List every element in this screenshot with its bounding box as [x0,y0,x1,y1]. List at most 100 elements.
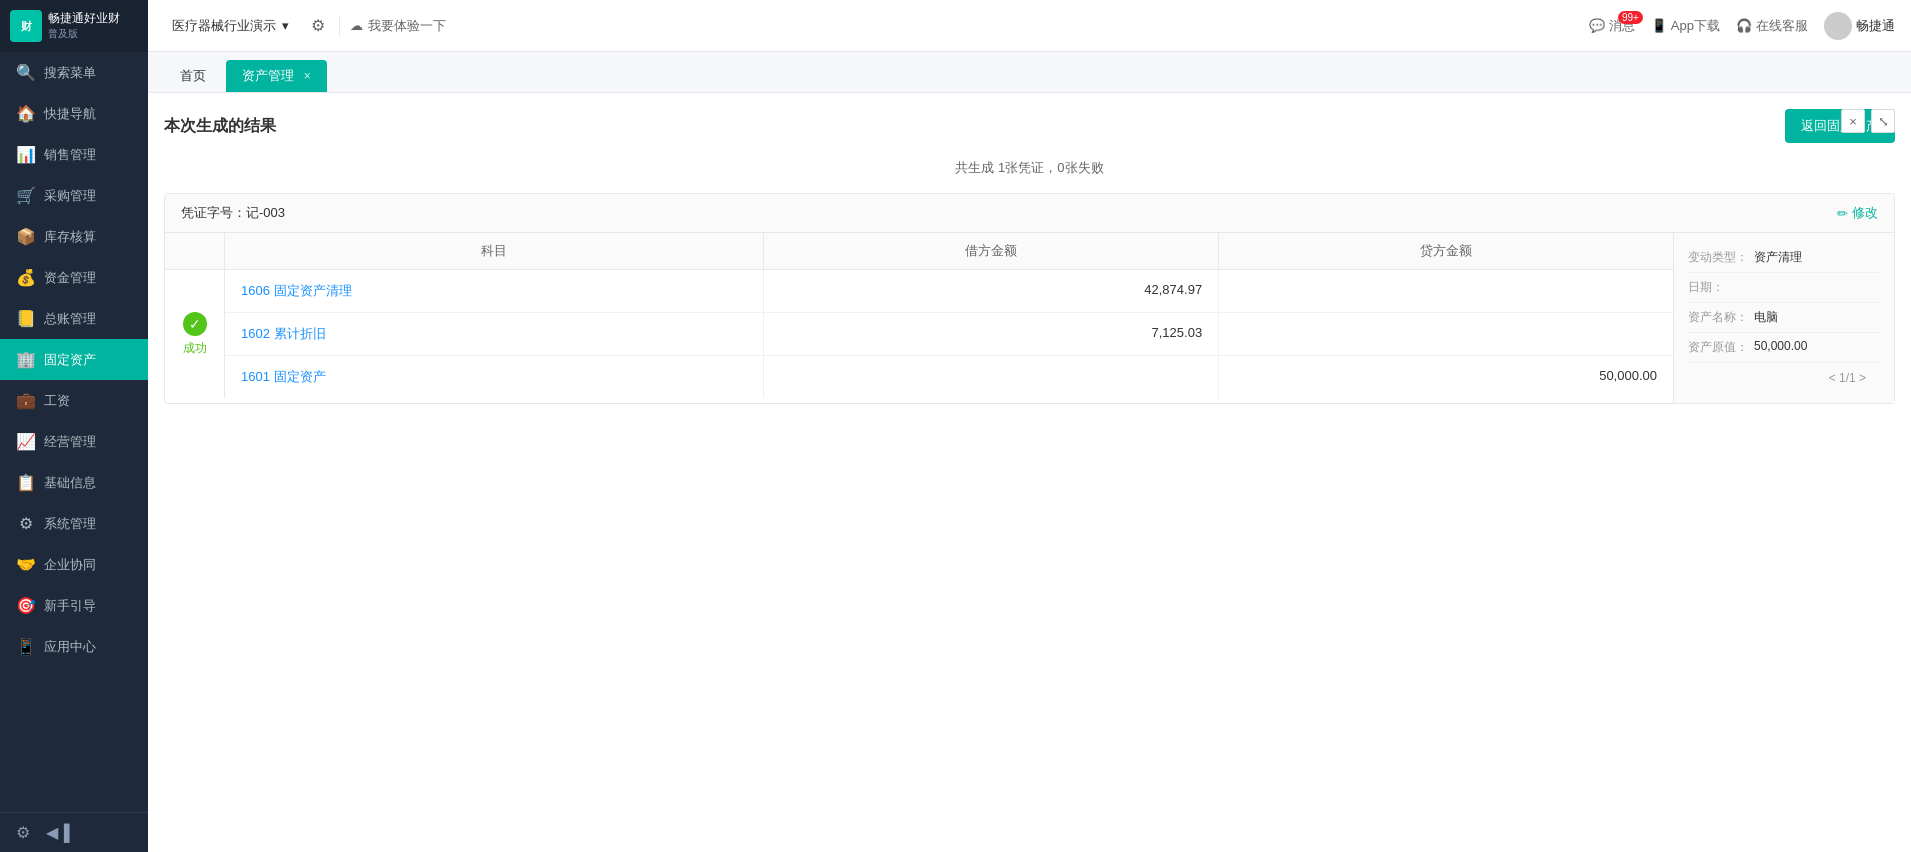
chevron-down-icon: ▾ [282,18,289,33]
asset-value-label: 资产原值： [1688,339,1748,356]
settings-icon[interactable]: ⚙ [16,823,30,842]
change-type-value: 资产清理 [1754,249,1802,266]
app-center-icon: 📱 [16,637,36,656]
sidebar-item-inventory[interactable]: 📦 库存核算 [0,216,148,257]
sidebar-label-quick-nav: 快捷导航 [44,105,96,123]
sidebar-label-collab: 企业协同 [44,556,96,574]
close-panel-button[interactable]: × [1841,109,1865,133]
sidebar-item-app-center[interactable]: 📱 应用中心 [0,626,148,667]
top-header: 医疗器械行业演示 ▾ ⚙ ☁ 我要体验一下 💬 消息 99 📱 App下载 🎧 … [148,0,1911,52]
user-name: 畅捷通 [1856,17,1895,35]
sidebar-footer: ⚙ ◀▐ [0,812,148,852]
edit-button[interactable]: ✏ 修改 [1837,204,1878,222]
asset-value-row: 资产原值： 50,000.00 [1688,333,1880,363]
table-row: 1601 固定资产 50,000.00 [225,356,1673,398]
debit-cell-1: 42,874.97 [764,270,1219,312]
sidebar-item-guide[interactable]: 🎯 新手引导 [0,585,148,626]
logo-icon: 财 [10,10,42,42]
sidebar-item-collab[interactable]: 🤝 企业协同 [0,544,148,585]
app-logo: 财 畅捷通好业财 普及版 [0,0,148,52]
sidebar-item-basics[interactable]: 📋 基础信息 [0,462,148,503]
message-icon: 💬 [1589,18,1605,33]
voucher-header: 凭证字号：记-003 ✏ 修改 [165,194,1894,233]
sidebar-item-sales[interactable]: 📊 销售管理 [0,134,148,175]
user-profile[interactable]: 畅捷通 [1824,12,1895,40]
status-column: ✓ 成功 [165,270,225,398]
sidebar-item-search[interactable]: 🔍 搜索菜单 [0,52,148,93]
table-row: 1606 固定资产清理 42,874.97 [225,270,1673,313]
header-right: 💬 消息 99 📱 App下载 🎧 在线客服 畅捷通 [1589,12,1895,40]
collapse-icon[interactable]: ◀▐ [46,823,69,842]
sidebar-label-search: 搜索菜单 [44,64,96,82]
collab-icon: 🤝 [16,555,36,574]
asset-name-row: 资产名称： 电脑 [1688,303,1880,333]
online-service-icon: 🎧 [1736,18,1752,33]
page-content: 本次生成的结果 返回固定资产 共生成 1张凭证，0张失败 凭证字号：记-003 … [148,93,1911,852]
date-label: 日期： [1688,279,1743,296]
sidebar-item-ledger[interactable]: 📒 总账管理 [0,298,148,339]
search-icon: 🔍 [16,63,36,82]
page-title-row: 本次生成的结果 返回固定资产 [164,109,1895,143]
feedback-label: 我要体验一下 [368,17,446,35]
ledger-icon: 📒 [16,309,36,328]
tab-label: 资产管理 [242,68,294,83]
app-download-icon: 📱 [1651,18,1667,33]
sidebar-item-purchase[interactable]: 🛒 采购管理 [0,175,148,216]
sidebar-item-fixed-assets[interactable]: 🏢 固定资产 [0,339,148,380]
th-debit: 借方金额 [764,233,1219,269]
result-summary: 共生成 1张凭证，0张失败 [164,159,1895,177]
app-download-label: App下载 [1671,17,1720,35]
voucher-data-rows: 1606 固定资产清理 42,874.97 1602 累计折旧 7,125.03… [225,270,1673,398]
subject-cell-3[interactable]: 1601 固定资产 [225,356,764,398]
voucher-body: 科目 借方金额 贷方金额 ✓ 成功 [165,233,1894,403]
sidebar-label-purchase: 采购管理 [44,187,96,205]
message-button[interactable]: 💬 消息 99 [1589,17,1635,35]
tab-home[interactable]: 首页 [164,60,222,92]
app-download-button[interactable]: 📱 App下载 [1651,17,1720,35]
sidebar-item-operations[interactable]: 📈 经营管理 [0,421,148,462]
expand-panel-button[interactable]: ⤡ [1871,109,1895,133]
pagination[interactable]: < 1/1 > [1688,363,1880,393]
sales-icon: 📊 [16,145,36,164]
tab-asset-management[interactable]: 资产管理 × [226,60,327,92]
online-service-button[interactable]: 🎧 在线客服 [1736,17,1808,35]
finance-icon: 💰 [16,268,36,287]
success-icon: ✓ [183,312,207,336]
sidebar-item-quick-nav[interactable]: 🏠 快捷导航 [0,93,148,134]
credit-cell-1 [1219,270,1673,312]
tab-close-icon[interactable]: × [304,69,311,83]
sidebar-label-system: 系统管理 [44,515,96,533]
sidebar: 财 畅捷通好业财 普及版 🔍 搜索菜单 🏠 快捷导航 📊 销售管理 🛒 采购管理… [0,0,148,852]
quick-nav-icon: 🏠 [16,104,36,123]
edit-icon: ✏ [1837,206,1848,221]
change-type-label: 变动类型： [1688,249,1748,266]
sidebar-item-system[interactable]: ⚙ 系统管理 [0,503,148,544]
th-credit: 贷方金额 [1219,233,1673,269]
page-title: 本次生成的结果 [164,116,276,137]
settings-gear-icon[interactable]: ⚙ [307,12,329,39]
logo-text: 畅捷通好业财 [48,11,120,27]
sidebar-label-operations: 经营管理 [44,433,96,451]
sidebar-item-finance[interactable]: 💰 资金管理 [0,257,148,298]
sidebar-label-sales: 销售管理 [44,146,96,164]
avatar [1824,12,1852,40]
operations-icon: 📈 [16,432,36,451]
subject-cell-2[interactable]: 1602 累计折旧 [225,313,764,355]
subject-cell-1[interactable]: 1606 固定资产清理 [225,270,764,312]
sidebar-label-ledger: 总账管理 [44,310,96,328]
sidebar-label-finance: 资金管理 [44,269,96,287]
basics-icon: 📋 [16,473,36,492]
message-badge: 99 [1618,11,1643,24]
sidebar-label-app-center: 应用中心 [44,638,96,656]
credit-cell-2 [1219,313,1673,355]
online-service-label: 在线客服 [1756,17,1808,35]
project-selector[interactable]: 医疗器械行业演示 ▾ [164,13,297,39]
feedback-button[interactable]: ☁ 我要体验一下 [350,17,446,35]
sidebar-item-payroll[interactable]: 💼 工资 [0,380,148,421]
sidebar-label-guide: 新手引导 [44,597,96,615]
panel-controls: × ⤡ [1841,109,1895,133]
payroll-icon: 💼 [16,391,36,410]
voucher-code: 凭证字号：记-003 [181,204,285,222]
purchase-icon: 🛒 [16,186,36,205]
feedback-icon: ☁ [350,18,363,33]
